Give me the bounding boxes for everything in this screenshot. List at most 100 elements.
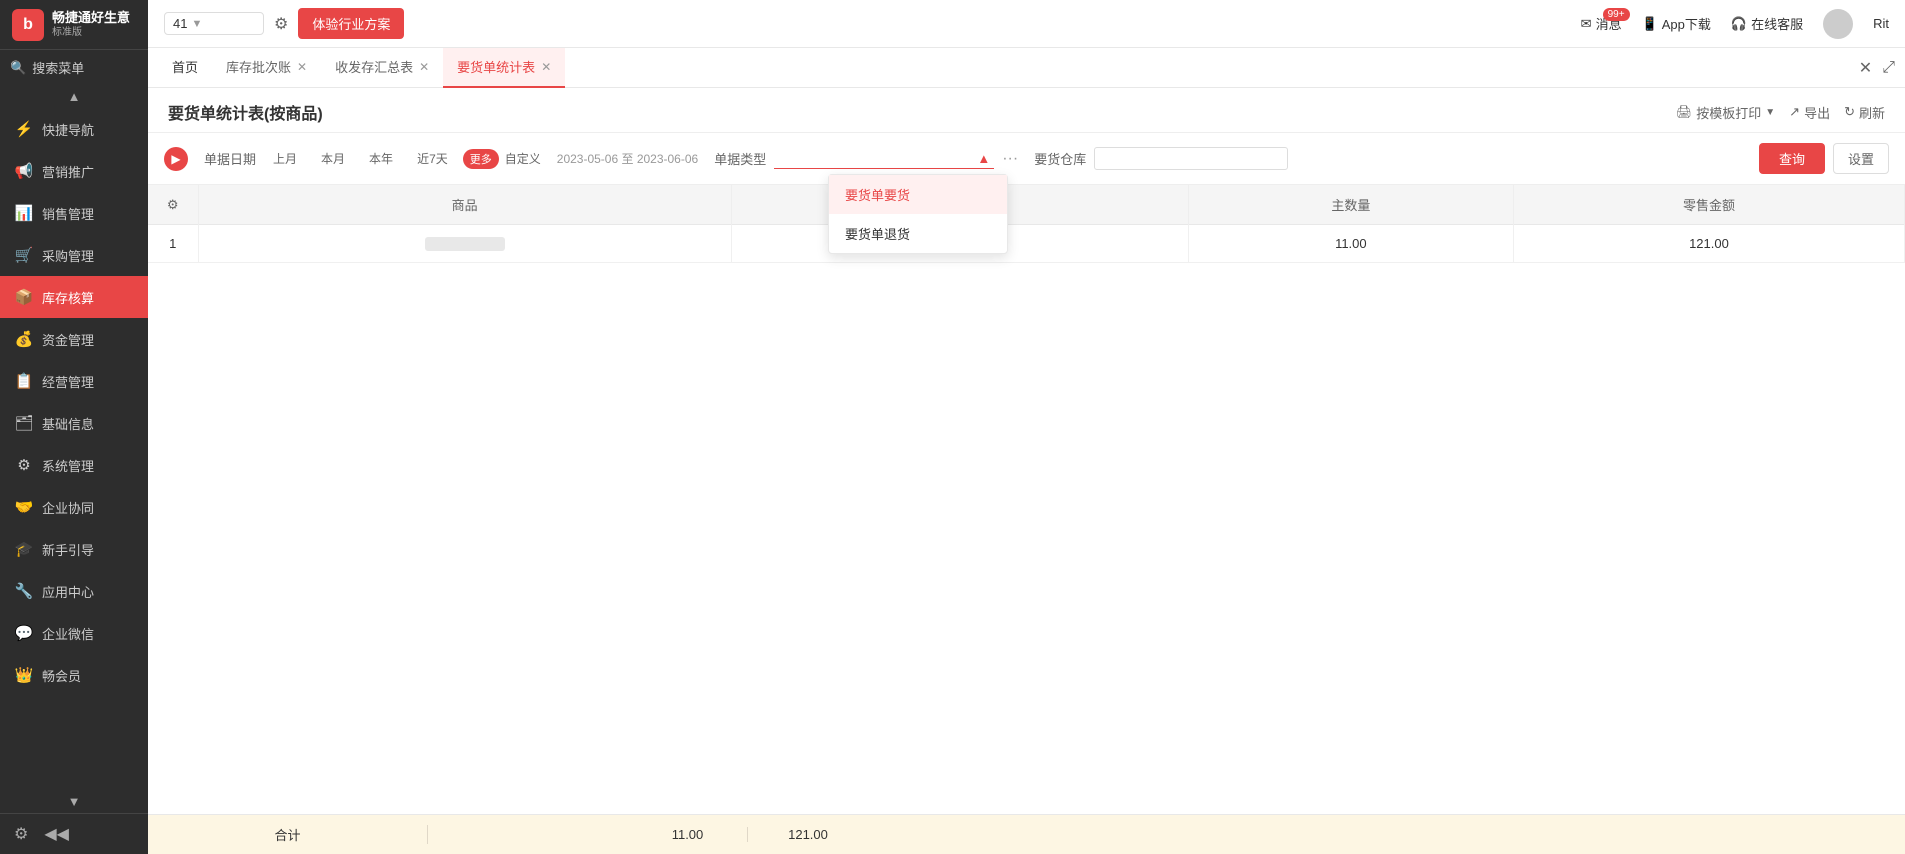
sidebar-settings-icon[interactable]: ⚙ xyxy=(14,824,28,844)
col-settings: ⚙ xyxy=(148,185,198,225)
page-header: 要货单统计表(按商品) 🖨 按模板打印 ▼ ↗ 导出 ↻ 刷新 xyxy=(148,88,1905,133)
type-selector[interactable]: ▲ xyxy=(774,149,994,169)
sidebar-item-label: 畅会员 xyxy=(42,666,81,685)
sidebar-item-guide[interactable]: 🎓 新手引导 xyxy=(0,528,148,570)
operations-icon: 📋 xyxy=(14,371,34,391)
tab-inventory-batch[interactable]: 库存批次账 ✕ xyxy=(212,48,321,88)
query-button[interactable]: 查询 xyxy=(1759,143,1825,174)
app-download-label: App下载 xyxy=(1662,14,1711,33)
warehouse-filter-group: 要货仓库 xyxy=(1034,147,1288,170)
refresh-label: 刷新 xyxy=(1859,103,1885,122)
warehouse-input[interactable] xyxy=(1094,147,1288,170)
table-row: 1 块 11.00 121.00 xyxy=(148,225,1905,263)
scroll-up-btn[interactable]: ▲ xyxy=(0,85,148,108)
sidebar-item-collab[interactable]: 🤝 企业协同 xyxy=(0,486,148,528)
topbar-settings-icon[interactable]: ⚙ xyxy=(274,14,288,34)
sidebar-item-quick-nav[interactable]: ⚡ 快捷导航 xyxy=(0,108,148,150)
sidebar-item-system[interactable]: ⚙ 系统管理 xyxy=(0,444,148,486)
page-title: 要货单统计表(按商品) xyxy=(168,100,323,124)
sidebar-item-basics[interactable]: 🗂 基础信息 xyxy=(0,402,148,444)
type-select-arrow[interactable]: ▲ xyxy=(977,151,990,166)
type-input[interactable] xyxy=(778,151,973,166)
purchase-icon: 🛒 xyxy=(14,245,34,265)
tab-order-stats[interactable]: 要货单统计表 ✕ xyxy=(443,48,565,88)
tab-home[interactable]: 首页 xyxy=(158,48,212,88)
dropdown-item-order-return[interactable]: 要货单退货 xyxy=(829,214,1007,253)
type-filter-more[interactable]: ··· xyxy=(1002,150,1018,168)
close-receive-summary[interactable]: ✕ xyxy=(419,60,429,74)
sidebar-item-label: 快捷导航 xyxy=(42,120,94,139)
table-container: ⚙ 商品 主计量单位 主数量 零售金额 1 块 xyxy=(148,185,1905,814)
sidebar-item-label: 新手引导 xyxy=(42,540,94,559)
date-custom[interactable]: 自定义 xyxy=(505,150,541,167)
refresh-icon: ↻ xyxy=(1844,104,1855,120)
receive-summary-label: 收发存汇总表 xyxy=(335,57,413,76)
message-badge: 99+ xyxy=(1603,8,1630,21)
filter-expand-button[interactable]: ▶ xyxy=(164,147,188,171)
store-selector[interactable]: 41 ▼ xyxy=(164,12,264,35)
date-last-7days[interactable]: 近7天 xyxy=(408,147,457,170)
print-action[interactable]: 🖨 按模板打印 ▼ xyxy=(1676,103,1775,122)
sidebar-item-label: 销售管理 xyxy=(42,204,94,223)
user-avatar[interactable] xyxy=(1823,9,1853,39)
vip-icon: 👑 xyxy=(14,665,34,685)
date-this-month[interactable]: 本月 xyxy=(312,147,354,170)
refresh-action[interactable]: ↻ 刷新 xyxy=(1844,103,1885,122)
sidebar-item-sales[interactable]: 📊 销售管理 xyxy=(0,192,148,234)
sidebar-item-apps[interactable]: 🔧 应用中心 xyxy=(0,570,148,612)
sidebar-item-vip[interactable]: 👑 畅会员 xyxy=(0,654,148,696)
close-inventory-batch[interactable]: ✕ xyxy=(297,60,307,74)
sidebar-collapse-icon[interactable]: ◀◀ xyxy=(44,824,69,844)
wechat-icon: 💬 xyxy=(14,623,34,643)
sidebar-item-purchase[interactable]: 🛒 采购管理 xyxy=(0,234,148,276)
maximize-icon[interactable]: ⤢ xyxy=(1882,59,1895,77)
topbar: 41 ▼ ⚙ 体验行业方案 ✉ 消息 99+ 📱 App下载 🎧 在线客服 Ri… xyxy=(148,0,1905,48)
main-area: 41 ▼ ⚙ 体验行业方案 ✉ 消息 99+ 📱 App下载 🎧 在线客服 Ri… xyxy=(148,0,1905,854)
app-logo: b 畅捷通好生意 标准版 xyxy=(0,0,148,50)
print-icon: 🖨 xyxy=(1676,104,1693,120)
sidebar-item-label: 系统管理 xyxy=(42,456,94,475)
date-range-text: 2023-05-06 至 2023-06-06 xyxy=(557,150,698,167)
sidebar: b 畅捷通好生意 标准版 🔍 搜索菜单 ▲ ⚡ 快捷导航 📢 营销推广 📊 销售… xyxy=(0,0,148,854)
col-product: 商品 xyxy=(198,185,731,225)
sidebar-item-marketing[interactable]: 📢 营销推广 xyxy=(0,150,148,192)
inventory-icon: 📦 xyxy=(14,287,34,307)
print-label: 按模板打印 xyxy=(1696,103,1761,122)
sidebar-item-inventory[interactable]: 📦 库存核算 xyxy=(0,276,148,318)
data-table: ⚙ 商品 主计量单位 主数量 零售金额 1 块 xyxy=(148,185,1905,263)
cell-qty: 11.00 xyxy=(1188,225,1513,263)
date-this-year[interactable]: 本年 xyxy=(360,147,402,170)
export-action[interactable]: ↗ 导出 xyxy=(1789,103,1830,122)
col-amount: 零售金额 xyxy=(1513,185,1904,225)
settings-button[interactable]: 设置 xyxy=(1833,143,1889,174)
table-body: 1 块 11.00 121.00 xyxy=(148,225,1905,263)
sidebar-item-label: 经营管理 xyxy=(42,372,94,391)
type-dropdown-menu: 要货单要货 要货单退货 xyxy=(828,174,1008,254)
close-all-tabs-icon[interactable]: ✕ xyxy=(1859,58,1872,78)
sidebar-item-label: 企业微信 xyxy=(42,624,94,643)
scroll-down-btn[interactable]: ▼ xyxy=(0,790,148,813)
table-settings-icon[interactable]: ⚙ xyxy=(167,197,179,212)
warehouse-filter-label: 要货仓库 xyxy=(1034,149,1086,168)
username-label: Rit xyxy=(1873,16,1889,31)
sidebar-item-finance[interactable]: 💰 资金管理 xyxy=(0,318,148,360)
message-button[interactable]: ✉ 消息 99+ xyxy=(1581,14,1622,33)
trial-button[interactable]: 体验行业方案 xyxy=(298,8,404,39)
cell-product xyxy=(198,225,731,263)
tab-receive-summary[interactable]: 收发存汇总表 ✕ xyxy=(321,48,443,88)
online-service-button[interactable]: 🎧 在线客服 xyxy=(1731,14,1803,33)
date-last-month[interactable]: 上月 xyxy=(264,147,306,170)
search-menu[interactable]: 🔍 搜索菜单 xyxy=(0,50,148,85)
topbar-right: ✉ 消息 99+ 📱 App下载 🎧 在线客服 Rit xyxy=(1581,9,1889,39)
tabs-actions: ✕ ⤢ xyxy=(1859,58,1895,78)
sidebar-item-wechat[interactable]: 💬 企业微信 xyxy=(0,612,148,654)
table-header-row: ⚙ 商品 主计量单位 主数量 零售金额 xyxy=(148,185,1905,225)
topbar-left: 41 ▼ ⚙ 体验行业方案 xyxy=(164,8,1569,39)
date-more[interactable]: 更多 xyxy=(463,149,499,169)
sidebar-item-operations[interactable]: 📋 经营管理 xyxy=(0,360,148,402)
close-order-stats[interactable]: ✕ xyxy=(541,60,551,74)
type-filter-label: 单据类型 xyxy=(714,149,766,168)
service-label: 在线客服 xyxy=(1751,14,1803,33)
app-download-button[interactable]: 📱 App下载 xyxy=(1642,14,1711,33)
dropdown-item-order-goods[interactable]: 要货单要货 xyxy=(829,175,1007,214)
